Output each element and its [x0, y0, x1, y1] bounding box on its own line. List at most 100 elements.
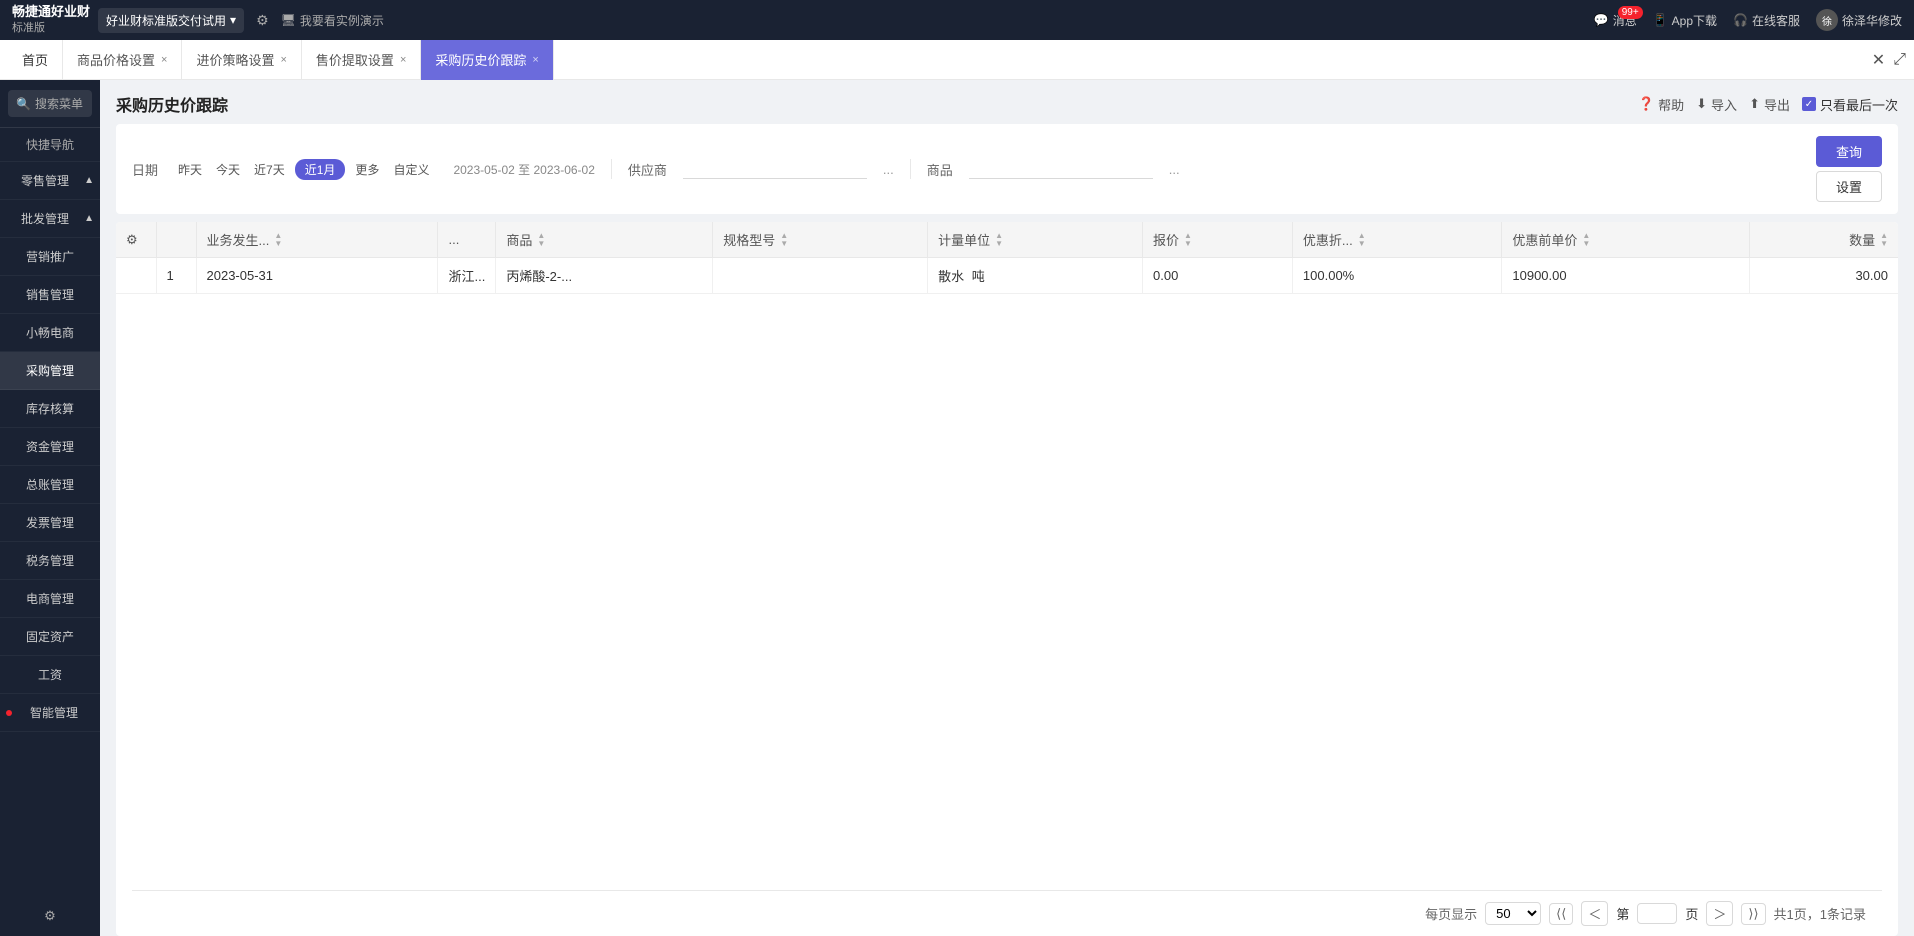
sidebar-item-marketing[interactable]: 营销推广	[0, 238, 100, 276]
sidebar-item-invoice[interactable]: 发票管理	[0, 504, 100, 542]
tab-home[interactable]: 首页	[8, 40, 63, 80]
date-opt-today[interactable]: 今天	[212, 159, 244, 180]
gear-icon[interactable]: ⚙	[252, 8, 273, 33]
sidebar-item-general-ledger[interactable]: 总账管理	[0, 466, 100, 504]
sort-icon[interactable]: ▲▼	[995, 232, 1003, 248]
chevron-icon: ▲	[84, 175, 94, 186]
goods-more-icon[interactable]: ...	[1169, 162, 1180, 177]
table-area: ⚙ 业务发生... ▲▼ ...	[116, 222, 1898, 936]
sidebar-item-ecommerce[interactable]: 电商管理	[0, 580, 100, 618]
supplier-input[interactable]	[683, 159, 867, 179]
version-selector[interactable]: 好业财标准版交付试用 ▾	[98, 8, 244, 33]
col-more[interactable]: ...	[438, 222, 496, 258]
date-opt-custom[interactable]: 自定义	[389, 159, 433, 180]
col-price[interactable]: 报价 ▲▼	[1143, 222, 1293, 258]
date-opt-more[interactable]: 更多	[351, 159, 383, 180]
first-page-button[interactable]: ⟨⟨	[1549, 903, 1573, 925]
col-gear[interactable]: ⚙	[116, 222, 156, 258]
date-opt-last7[interactable]: 近7天	[250, 159, 289, 180]
sidebar-item-fixed-assets[interactable]: 固定资产	[0, 618, 100, 656]
col-unit[interactable]: 计量单位 ▲▼	[928, 222, 1143, 258]
tab-purchase-strategy[interactable]: 进价策略设置 ×	[182, 40, 301, 80]
sort-icon[interactable]: ▲▼	[1582, 232, 1590, 248]
tab-price[interactable]: 商品价格设置 ×	[63, 40, 182, 80]
col-pre-discount-price[interactable]: 优惠前单价 ▲▼	[1502, 222, 1749, 258]
search-menu-button[interactable]: 🔍 搜索菜单	[8, 90, 92, 117]
export-icon: ⬆	[1749, 96, 1760, 112]
page-size-label: 每页显示	[1425, 904, 1477, 923]
cell-spec	[713, 258, 928, 294]
close-icon[interactable]: ×	[161, 54, 167, 66]
date-options: 昨天 今天 近7天 近1月 更多 自定义	[174, 159, 433, 180]
topbar-right: 💬 消息 99+ 📱 App下载 🎧 在线客服 徐 徐泽华修改	[1594, 9, 1902, 31]
maximize-icon[interactable]: ⤢	[1893, 51, 1906, 69]
chevron-icon: ▲	[84, 213, 94, 224]
sidebar-item-quick-nav[interactable]: 快捷导航	[0, 128, 100, 162]
app-download-button[interactable]: 📱 App下载	[1653, 12, 1717, 29]
next-page-button[interactable]: ＞	[1706, 901, 1733, 926]
sidebar-item-finance[interactable]: 资金管理	[0, 428, 100, 466]
tab-purchase-history[interactable]: 采购历史价跟踪 ×	[421, 40, 553, 80]
sidebar: 🔍 搜索菜单 快捷导航 零售管理 ▲ 批发管理 ▲ 营销推广 销售管理 小畅电商…	[0, 80, 100, 936]
goods-input[interactable]	[969, 159, 1153, 179]
close-icon[interactable]: ×	[532, 54, 538, 66]
only-last-checkbox[interactable]: ✓ 只看最后一次	[1802, 95, 1898, 114]
sidebar-item-wholesale[interactable]: 批发管理 ▲	[0, 200, 100, 238]
page-title: 采购历史价跟踪	[116, 92, 228, 116]
table-header-row: ⚙ 业务发生... ▲▼ ...	[116, 222, 1898, 258]
date-opt-yesterday[interactable]: 昨天	[174, 159, 206, 180]
page-size-select[interactable]: 50 20 100 200	[1485, 902, 1541, 925]
sort-icon[interactable]: ▲▼	[1358, 232, 1366, 248]
col-qty[interactable]: 数量 ▲▼	[1749, 222, 1898, 258]
question-icon: ❓	[1638, 96, 1654, 112]
col-goods[interactable]: 商品 ▲▼	[496, 222, 713, 258]
cell-pre-discount-price: 10900.00	[1502, 258, 1749, 294]
sort-icon[interactable]: ▲▼	[1880, 232, 1888, 248]
user-menu[interactable]: 徐 徐泽华修改	[1816, 9, 1902, 31]
last-page-button[interactable]: ⟩⟩	[1741, 903, 1765, 925]
monitor-icon: 🖥	[281, 13, 296, 27]
query-button[interactable]: 查询	[1816, 136, 1882, 167]
close-icon[interactable]: ×	[280, 54, 286, 66]
demo-button[interactable]: 🖥 我要看实例演示	[281, 12, 384, 29]
message-button[interactable]: 💬 消息 99+	[1594, 12, 1637, 29]
col-biz-date[interactable]: 业务发生... ▲▼	[196, 222, 438, 258]
sidebar-gear-button[interactable]: ⚙	[0, 896, 100, 936]
page-number-input[interactable]: 1	[1637, 903, 1677, 924]
sidebar-item-tax[interactable]: 税务管理	[0, 542, 100, 580]
cell-gear	[116, 258, 156, 294]
sidebar-item-retail[interactable]: 零售管理 ▲	[0, 162, 100, 200]
col-index	[156, 222, 196, 258]
sidebar-item-inventory[interactable]: 库存核算	[0, 390, 100, 428]
sidebar-item-sales[interactable]: 销售管理	[0, 276, 100, 314]
settings-button[interactable]: 设置	[1816, 171, 1882, 202]
sort-icon[interactable]: ▲▼	[537, 232, 545, 248]
sort-icon[interactable]: ▲▼	[780, 232, 788, 248]
sort-icon[interactable]: ▲▼	[1184, 232, 1192, 248]
date-range-display: 2023-05-02 至 2023-06-02	[453, 161, 594, 178]
cell-discount: 100.00%	[1292, 258, 1501, 294]
sort-icon[interactable]: ▲▼	[274, 232, 282, 248]
date-opt-last1month[interactable]: 近1月	[295, 159, 346, 180]
prev-page-button[interactable]: ＜	[1581, 901, 1608, 926]
tab-sale-price[interactable]: 售价提取设置 ×	[302, 40, 421, 80]
help-link[interactable]: ❓ 帮助	[1638, 95, 1684, 114]
sidebar-item-payroll[interactable]: 工资	[0, 656, 100, 694]
export-button[interactable]: ⬆ 导出	[1749, 95, 1790, 114]
col-discount[interactable]: 优惠折... ▲▼	[1292, 222, 1501, 258]
sidebar-item-smart[interactable]: 智能管理	[0, 694, 100, 732]
col-spec[interactable]: 规格型号 ▲▼	[713, 222, 928, 258]
message-badge: 99+	[1618, 6, 1643, 19]
content-area: 采购历史价跟踪 ❓ 帮助 ⬇ 导入 ⬆ 导出 ✓ 只看最后一次	[100, 80, 1914, 936]
online-service-button[interactable]: 🎧 在线客服	[1733, 12, 1800, 29]
avatar: 徐	[1816, 9, 1838, 31]
sidebar-search-area: 🔍 搜索菜单	[0, 80, 100, 128]
supplier-filter-label: 供应商	[628, 160, 667, 179]
supplier-more-icon[interactable]: ...	[883, 162, 894, 177]
sidebar-item-ecommerce-small[interactable]: 小畅电商	[0, 314, 100, 352]
import-button[interactable]: ⬇ 导入	[1696, 95, 1737, 114]
close-icon[interactable]: ×	[400, 54, 406, 66]
close-window-icon[interactable]: ✕	[1872, 50, 1885, 70]
cell-supplier: 浙江...	[438, 258, 496, 294]
sidebar-item-purchase[interactable]: 采购管理	[0, 352, 100, 390]
